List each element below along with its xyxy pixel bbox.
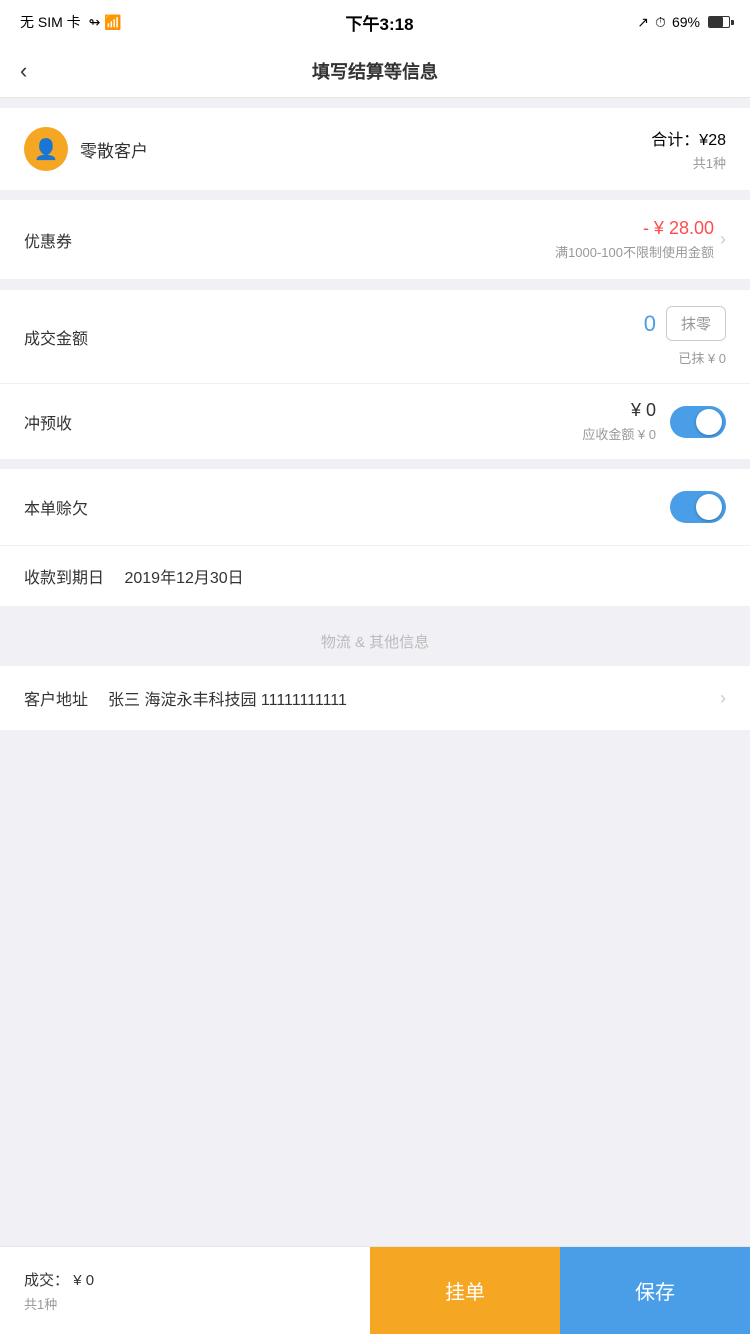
total-count: 共1种 — [651, 153, 726, 172]
wifi-icon: ↬ 📶 — [89, 14, 122, 31]
duedate-label: 收款到期日 — [24, 570, 104, 587]
duedate-row: 收款到期日 2019年12月30日 — [0, 545, 750, 606]
sim-label: 无 SIM 卡 — [20, 12, 81, 32]
coupon-desc: 满1000-100不限制使用金额 — [555, 242, 714, 261]
address-label: 客户地址 — [24, 686, 88, 710]
battery-percent: 69% — [672, 14, 700, 30]
address-value: 张三 海淀永丰科技园 11111111111 — [108, 686, 714, 710]
coupon-discount: - ¥ 28.00 — [555, 218, 714, 239]
debt-label: 本单赊欠 — [24, 495, 88, 519]
save-button[interactable]: 保存 — [560, 1247, 750, 1334]
transaction-value[interactable]: 0 — [644, 311, 656, 337]
bottom-deal-amount: ¥ 0 — [73, 1272, 94, 1289]
coupon-row[interactable]: 优惠券 - ¥ 28.00 满1000-100不限制使用金额 › — [0, 200, 750, 280]
coupon-section: 优惠券 - ¥ 28.00 满1000-100不限制使用金额 › — [0, 200, 750, 280]
coupon-chevron-icon: › — [720, 229, 726, 250]
status-left: 无 SIM 卡 ↬ 📶 — [20, 12, 122, 32]
toggle-knob — [696, 409, 722, 435]
avatar-icon: 👤 — [34, 137, 59, 162]
bottom-deal-text: 成交： — [24, 1272, 69, 1289]
address-row[interactable]: 客户地址 张三 海淀永丰科技园 11111111111 › — [0, 666, 750, 730]
customer-total: 合计：¥28 共1种 — [651, 126, 726, 172]
transaction-sub: 已抹 ¥ 0 — [678, 348, 726, 367]
transaction-label: 成交金额 — [24, 325, 88, 349]
divider-5 — [0, 730, 750, 930]
customer-info: 👤 零散客户 — [24, 127, 148, 171]
precollect-toggle[interactable] — [670, 406, 726, 438]
bottom-bar: 成交： ¥ 0 共1种 挂单 保存 — [0, 1246, 750, 1334]
alarm-icon: ⏱ — [655, 14, 666, 31]
duedate-value: 2019年12月30日 — [124, 570, 243, 587]
location-icon: ↗ — [637, 14, 649, 31]
status-bar: 无 SIM 卡 ↬ 📶 下午3:18 ↗ ⏱ 69% — [0, 0, 750, 44]
transaction-row: 成交金额 0 抹零 已抹 ¥ 0 — [0, 290, 750, 383]
logistics-divider: 物流 & 其他信息 — [0, 616, 750, 666]
divider-1 — [0, 190, 750, 200]
coupon-label: 优惠券 — [24, 228, 72, 252]
transaction-section: 成交金额 0 抹零 已抹 ¥ 0 冲预收 ¥ 0 应收金额 ¥ 0 — [0, 290, 750, 459]
transaction-value-row: 0 抹零 — [644, 306, 726, 341]
customer-section: 👤 零散客户 合计：¥28 共1种 — [0, 108, 750, 190]
debt-section: 本单赊欠 — [0, 469, 750, 545]
divider-4 — [0, 606, 750, 616]
bottom-summary: 成交： ¥ 0 共1种 — [0, 1269, 370, 1313]
bottom-count: 共1种 — [24, 1294, 346, 1313]
coupon-right: - ¥ 28.00 满1000-100不限制使用金额 — [555, 218, 714, 261]
bottom-deal-label: 成交： ¥ 0 — [24, 1269, 346, 1290]
transaction-right: 0 抹零 已抹 ¥ 0 — [644, 306, 726, 367]
back-button[interactable]: ‹ — [20, 58, 27, 84]
hang-button[interactable]: 挂单 — [370, 1247, 560, 1334]
debt-toggle-knob — [696, 494, 722, 520]
total-amount: 合计：¥28 — [651, 126, 726, 150]
status-time: 下午3:18 — [346, 10, 414, 35]
round-off-button[interactable]: 抹零 — [666, 306, 726, 341]
customer-avatar: 👤 — [24, 127, 68, 171]
divider-3 — [0, 459, 750, 469]
precollect-amount: ¥ 0 — [582, 400, 656, 421]
precollect-row: 冲预收 ¥ 0 应收金额 ¥ 0 — [0, 383, 750, 459]
precollect-right: ¥ 0 应收金额 ¥ 0 — [582, 400, 726, 443]
logistics-label: 物流 & 其他信息 — [321, 631, 429, 652]
precollect-sub: 应收金额 ¥ 0 — [582, 424, 656, 443]
debt-toggle[interactable] — [670, 491, 726, 523]
customer-name: 零散客户 — [80, 137, 148, 162]
nav-bar: ‹ 填写结算等信息 — [0, 44, 750, 98]
content-area: 👤 零散客户 合计：¥28 共1种 优惠券 - ¥ 28.00 满1000-10… — [0, 108, 750, 1020]
precollect-label: 冲预收 — [24, 410, 72, 434]
page-title: 填写结算等信息 — [312, 58, 438, 84]
battery-icon — [708, 16, 730, 28]
address-chevron-icon: › — [720, 688, 726, 709]
status-right: ↗ ⏱ 69% — [637, 14, 730, 31]
divider-2 — [0, 280, 750, 290]
